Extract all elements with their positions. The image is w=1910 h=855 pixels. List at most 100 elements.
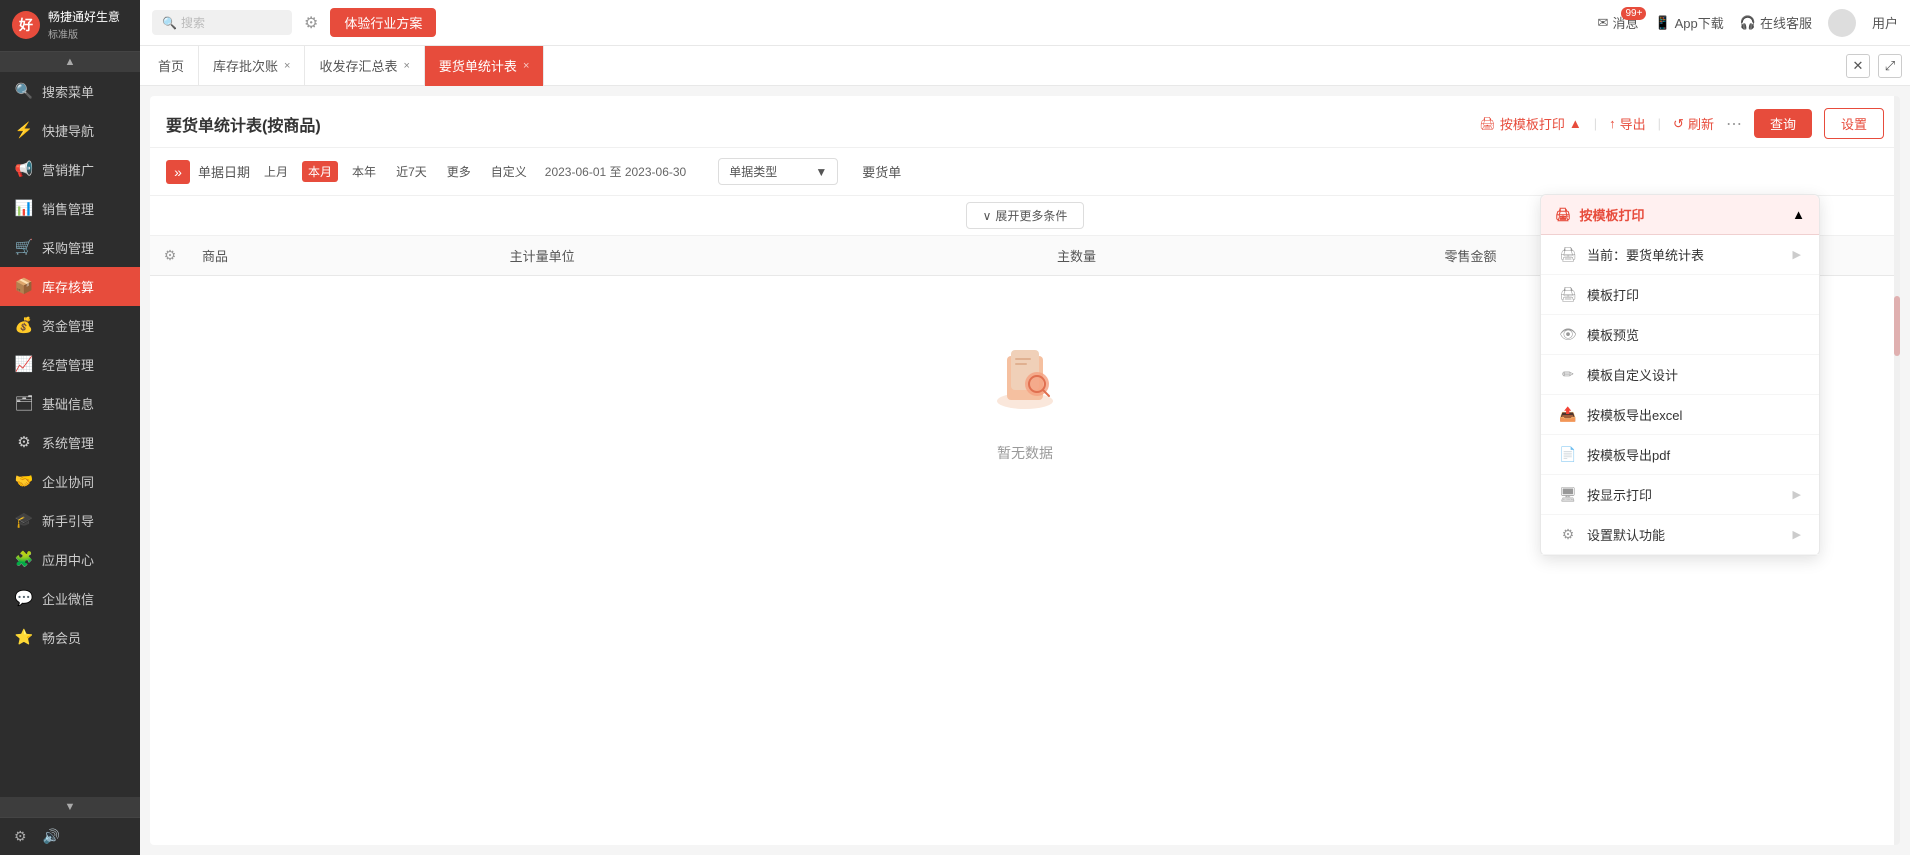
expand-more-button[interactable]: ∨ 展开更多条件 xyxy=(966,202,1085,229)
sidebar-item-wechat[interactable]: 💬 企业微信 xyxy=(0,579,140,618)
sidebar-item-operations[interactable]: 📈 经营管理 xyxy=(0,345,140,384)
scrollbar-thumb xyxy=(1894,296,1900,356)
bill-type-chevron-icon: ▼ xyxy=(815,165,827,179)
query-button[interactable]: 查询 xyxy=(1754,109,1812,138)
date-this-year[interactable]: 本年 xyxy=(346,161,382,182)
tab-stock-summary[interactable]: 收发存汇总表 × xyxy=(305,46,424,86)
system-icon: ⚙ xyxy=(14,433,34,451)
page-title: 要货单统计表(按商品) xyxy=(166,112,321,136)
tab-close-inventory-batch[interactable]: × xyxy=(284,60,290,72)
sidebar-item-inventory[interactable]: 📦 库存核算 xyxy=(0,267,140,306)
template-preview-icon: 👁 xyxy=(1559,326,1577,343)
sidebar-scroll-up[interactable]: ▲ xyxy=(0,52,140,72)
table-col-quantity: 主数量 xyxy=(1045,236,1433,276)
sidebar-item-guide[interactable]: 🎓 新手引导 xyxy=(0,501,140,540)
print-button[interactable]: 🖨 按模板打印 ▲ xyxy=(1479,114,1581,133)
dropdown-print-icon: 🖨 xyxy=(1555,207,1572,223)
export-button[interactable]: ↑ 导出 xyxy=(1609,114,1646,133)
sidebar-item-app-center[interactable]: 🧩 应用中心 xyxy=(0,540,140,579)
footer-settings-icon[interactable]: ⚙ xyxy=(14,828,27,845)
setting-button[interactable]: 设置 xyxy=(1824,108,1884,139)
date-last-month[interactable]: 上月 xyxy=(258,161,294,182)
bill-type-label: 单据类型 xyxy=(729,163,777,180)
right-scrollbar[interactable] xyxy=(1894,96,1900,845)
dropdown-current-template[interactable]: 🖨 当前：要货单统计表 ▶ xyxy=(1541,235,1819,275)
date-7days[interactable]: 近7天 xyxy=(390,161,433,182)
page-content: 要货单统计表(按商品) 🖨 按模板打印 ▲ | ↑ 导出 | ↺ xyxy=(140,86,1910,855)
sidebar-item-finance[interactable]: 💰 资金管理 xyxy=(0,306,140,345)
collab-icon: 🤝 xyxy=(14,472,34,490)
table-settings-icon[interactable]: ⚙ xyxy=(164,247,177,263)
user-avatar[interactable] xyxy=(1828,9,1856,37)
tab-close-btn[interactable]: ✕ xyxy=(1846,54,1870,78)
dropdown-header-title: 🖨 按模板打印 xyxy=(1555,205,1645,224)
sidebar-item-member[interactable]: ⭐ 畅会员 xyxy=(0,618,140,657)
sidebar-scroll-down[interactable]: ▼ xyxy=(0,797,140,817)
bill-type-select[interactable]: 单据类型 ▼ xyxy=(718,158,838,185)
tab-close-order-stats[interactable]: × xyxy=(523,60,529,72)
refresh-button[interactable]: ↺ 刷新 xyxy=(1673,114,1714,133)
dropdown-current-left: 🖨 当前：要货单统计表 xyxy=(1559,245,1704,264)
dropdown-display-print[interactable]: 🖥 按显示打印 ▶ xyxy=(1541,475,1819,515)
tab-order-stats[interactable]: 要货单统计表 × xyxy=(425,46,544,86)
online-service-link[interactable]: 🎧 在线客服 xyxy=(1740,13,1812,32)
search-icon: 🔍 xyxy=(162,16,177,30)
sidebar-item-collab[interactable]: 🤝 企业协同 xyxy=(0,462,140,501)
app-center-icon: 🧩 xyxy=(14,550,34,568)
dropdown-display-left: 🖥 按显示打印 xyxy=(1559,485,1652,504)
app-download-link[interactable]: 📱 App下载 xyxy=(1654,13,1723,32)
sales-icon: 📊 xyxy=(14,199,34,217)
export-excel-icon: 📤 xyxy=(1559,406,1577,423)
topbar-right: ✉ 消息 99+ 📱 App下载 🎧 在线客服 用户 xyxy=(1598,9,1898,37)
dropdown-default-left: ⚙ 设置默认功能 xyxy=(1559,525,1665,544)
dropdown-close-icon[interactable]: ▲ xyxy=(1792,207,1805,222)
date-range-display: 2023-06-01 至 2023-06-30 xyxy=(545,163,686,180)
search-box[interactable]: 🔍 搜索 xyxy=(152,10,292,35)
tab-home[interactable]: 首页 xyxy=(144,46,199,86)
sidebar-item-marketing[interactable]: 📢 营销推广 xyxy=(0,150,140,189)
date-custom[interactable]: 自定义 xyxy=(485,161,533,182)
export-pdf-icon: 📄 xyxy=(1559,446,1577,463)
dropdown-header[interactable]: 🖨 按模板打印 ▲ xyxy=(1541,195,1819,235)
template-print-icon: 🖨 xyxy=(1559,286,1577,303)
dropdown-item-export-excel[interactable]: 📤 按模板导出excel xyxy=(1541,395,1819,435)
current-template-chevron: ▶ xyxy=(1793,248,1801,261)
page-inner: 要货单统计表(按商品) 🖨 按模板打印 ▲ | ↑ 导出 | ↺ xyxy=(150,96,1900,845)
table-col-settings[interactable]: ⚙ xyxy=(150,236,190,276)
download-icon: 📱 xyxy=(1654,15,1670,31)
date-this-month[interactable]: 本月 xyxy=(302,161,338,182)
goods-label: 要货单 xyxy=(862,162,901,181)
sidebar: 好 畅捷通好生意 标准版 ▲ 🔍 搜索菜单 ⚡ 快捷导航 📢 营销推广 📊 销售… xyxy=(0,0,140,855)
tab-close-stock-summary[interactable]: × xyxy=(403,60,409,72)
tab-expand-btn[interactable]: ⤢ xyxy=(1878,54,1902,78)
dropdown-item-export-pdf[interactable]: 📄 按模板导出pdf xyxy=(1541,435,1819,475)
sidebar-item-sales[interactable]: 📊 销售管理 xyxy=(0,189,140,228)
sidebar-item-system[interactable]: ⚙ 系统管理 xyxy=(0,423,140,462)
export-icon: ↑ xyxy=(1609,116,1616,131)
dropdown-item-template-print[interactable]: 🖨 模板打印 xyxy=(1541,275,1819,315)
sidebar-item-quick-nav[interactable]: ⚡ 快捷导航 xyxy=(0,111,140,150)
filter-expand-button[interactable]: » xyxy=(166,160,190,184)
date-more[interactable]: 更多 xyxy=(441,161,477,182)
sidebar-nav: 🔍 搜索菜单 ⚡ 快捷导航 📢 营销推广 📊 销售管理 🛒 采购管理 📦 库存核… xyxy=(0,72,140,797)
sidebar-item-basic-info[interactable]: 🗂 基础信息 xyxy=(0,384,140,423)
dropdown-header-controls: ▲ xyxy=(1792,207,1805,222)
dropdown-default-func[interactable]: ⚙ 设置默认功能 ▶ xyxy=(1541,515,1819,555)
print-dropdown-panel: 🖨 按模板打印 ▲ 🖨 当前：要货单统计表 ▶ 🖨 xyxy=(1540,194,1820,556)
sidebar-item-purchase[interactable]: 🛒 采购管理 xyxy=(0,228,140,267)
footer-speaker-icon[interactable]: 🔊 xyxy=(43,828,60,845)
search-nav-icon: 🔍 xyxy=(14,82,34,100)
display-print-icon: 🖥 xyxy=(1559,486,1577,503)
dropdown-item-template-preview[interactable]: 👁 模板预览 xyxy=(1541,315,1819,355)
more-options-button[interactable]: ⋯ xyxy=(1726,114,1742,134)
sidebar-item-search[interactable]: 🔍 搜索菜单 xyxy=(0,72,140,111)
topbar: 🔍 搜索 ⚙ 体验行业方案 ✉ 消息 99+ 📱 App下载 🎧 在线客服 用户 xyxy=(140,0,1910,46)
topbar-gear-icon[interactable]: ⚙ xyxy=(304,13,318,33)
printer-icon: 🖨 xyxy=(1479,116,1496,132)
tab-inventory-batch[interactable]: 库存批次账 × xyxy=(199,46,305,86)
message-badge[interactable]: ✉ 消息 99+ xyxy=(1598,13,1639,32)
trial-button[interactable]: 体验行业方案 xyxy=(330,8,436,37)
display-print-chevron: ▶ xyxy=(1793,488,1801,501)
sidebar-footer: ⚙ 🔊 xyxy=(0,817,140,855)
dropdown-item-template-design[interactable]: ✏ 模板自定义设计 xyxy=(1541,355,1819,395)
